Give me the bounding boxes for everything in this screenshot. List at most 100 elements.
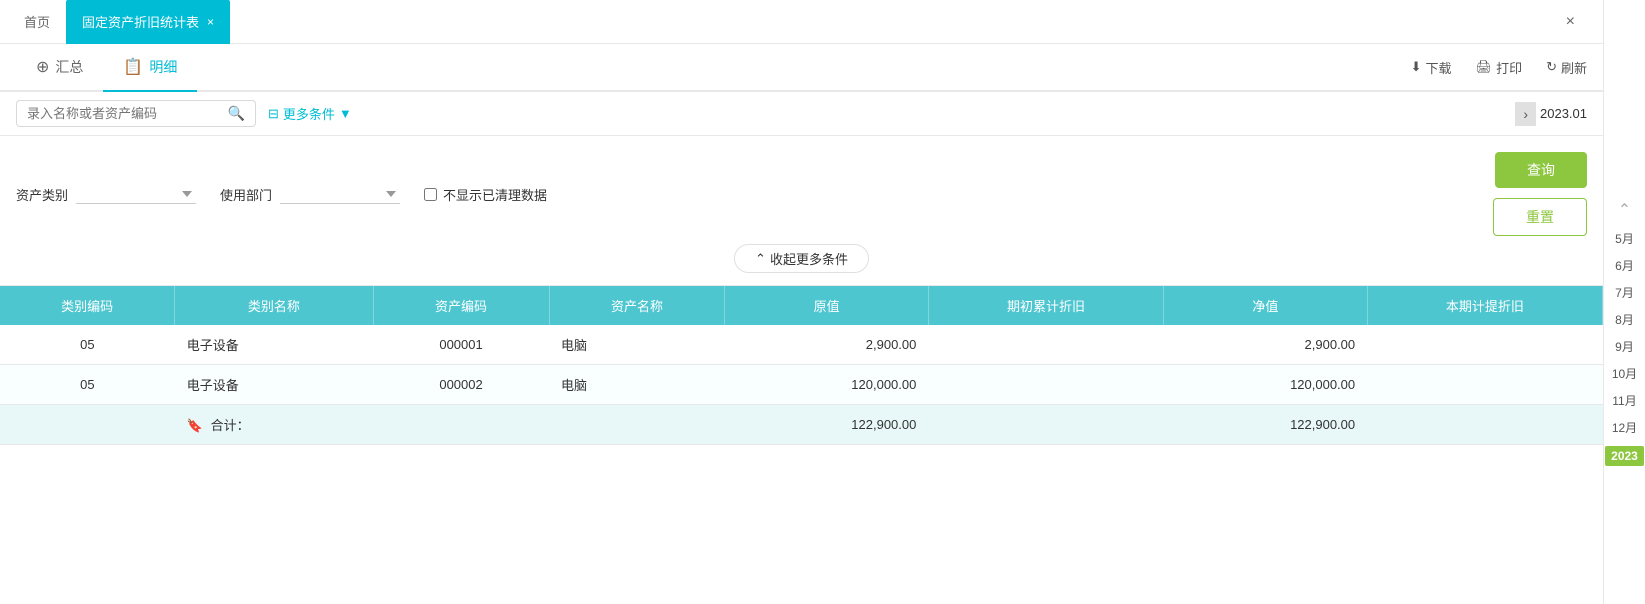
print-icon: 🖨 bbox=[1476, 59, 1493, 75]
sidebar-month-5[interactable]: 5月 bbox=[1607, 226, 1642, 251]
asset-type-label: 资产类别 bbox=[16, 185, 68, 204]
td-accum-dep bbox=[928, 325, 1163, 365]
th-original: 原值 bbox=[725, 286, 928, 325]
tab-detail[interactable]: 📋 明细 bbox=[103, 44, 197, 92]
no-cleared-label: 不显示已清理数据 bbox=[443, 185, 547, 204]
td-asset-name: 电脑 bbox=[549, 325, 725, 365]
top-nav: 首页 固定资产折旧统计表 × × bbox=[0, 0, 1603, 44]
print-button[interactable]: 🖨 打印 bbox=[1476, 58, 1523, 77]
search-input-wrap: 🔍 bbox=[16, 100, 256, 127]
td-cat-code: 05 bbox=[0, 325, 175, 365]
filter-icon: ⊟ bbox=[268, 106, 279, 122]
refresh-button[interactable]: ↻ 刷新 bbox=[1546, 58, 1587, 77]
dept-select[interactable] bbox=[280, 184, 400, 204]
th-asset-code: 资产编码 bbox=[373, 286, 549, 325]
active-tab-label: 固定资产折旧统计表 bbox=[82, 12, 199, 31]
more-filter-label: 更多条件 bbox=[283, 104, 335, 123]
th-cat-code: 类别编码 bbox=[0, 286, 175, 325]
td-total-empty2 bbox=[373, 405, 549, 445]
detail-icon: 📋 bbox=[123, 57, 143, 77]
td-total-original: 122,900.00 bbox=[725, 405, 928, 445]
th-cat-name: 类别名称 bbox=[175, 286, 373, 325]
td-cat-name: 电子设备 bbox=[175, 365, 373, 405]
print-label: 打印 bbox=[1496, 58, 1522, 77]
table-row: 05 电子设备 000002 电脑 120,000.00 120,000.00 bbox=[0, 365, 1603, 405]
td-original: 2,900.00 bbox=[725, 325, 928, 365]
asset-type-select[interactable] bbox=[76, 184, 196, 204]
search-icon[interactable]: 🔍 bbox=[228, 105, 245, 122]
filter-panel: 资产类别 使用部门 不显示已清理数据 查询 重置 ⌃ bbox=[0, 136, 1603, 286]
more-filter-button[interactable]: ⊟ 更多条件 ▼ bbox=[268, 104, 352, 123]
td-total-accum bbox=[928, 405, 1163, 445]
search-bar: 🔍 ⊟ 更多条件 ▼ › 2023.01 bbox=[0, 92, 1603, 136]
sidebar-month-8[interactable]: 8月 bbox=[1607, 307, 1642, 332]
download-label: 下载 bbox=[1426, 58, 1452, 77]
td-net-value: 120,000.00 bbox=[1164, 365, 1367, 405]
td-asset-name: 电脑 bbox=[549, 365, 725, 405]
td-total-period bbox=[1367, 405, 1602, 445]
th-period-dep: 本期计提折旧 bbox=[1367, 286, 1602, 325]
table-row: 05 电子设备 000001 电脑 2,900.00 2,900.00 bbox=[0, 325, 1603, 365]
collapse-row: ⌃ 收起更多条件 bbox=[16, 236, 1587, 273]
asset-type-field: 资产类别 bbox=[16, 184, 196, 204]
td-asset-code: 000001 bbox=[373, 325, 549, 365]
th-asset-name: 资产名称 bbox=[549, 286, 725, 325]
no-cleared-field: 不显示已清理数据 bbox=[424, 185, 547, 204]
collapse-icon: ⌃ bbox=[755, 251, 766, 267]
td-original: 120,000.00 bbox=[725, 365, 928, 405]
date-nav-arrow[interactable]: › bbox=[1515, 102, 1536, 126]
data-table: 类别编码 类别名称 资产编码 资产名称 原值 期初累计折旧 净值 本期计提折旧 … bbox=[0, 286, 1603, 445]
dept-field: 使用部门 bbox=[220, 184, 400, 204]
home-tab[interactable]: 首页 bbox=[12, 12, 62, 31]
td-accum-dep bbox=[928, 365, 1163, 405]
td-period-dep bbox=[1367, 325, 1602, 365]
td-cat-code: 05 bbox=[0, 365, 175, 405]
tab-bar: ⊕ 汇总 📋 明细 ⬇ 下载 🖨 打印 ↻ 刷新 bbox=[0, 44, 1603, 92]
query-button[interactable]: 查询 bbox=[1495, 152, 1587, 188]
tab-summary-label: 汇总 bbox=[55, 57, 83, 77]
td-net-value: 2,900.00 bbox=[1164, 325, 1367, 365]
date-label: 2023.01 bbox=[1540, 106, 1587, 121]
td-total-empty1 bbox=[0, 405, 175, 445]
no-cleared-checkbox[interactable] bbox=[424, 188, 437, 201]
th-net-value: 净值 bbox=[1164, 286, 1367, 325]
sidebar-month-12[interactable]: 12月 bbox=[1604, 415, 1645, 440]
tab-summary[interactable]: ⊕ 汇总 bbox=[16, 44, 103, 92]
collapse-button[interactable]: ⌃ 收起更多条件 bbox=[734, 244, 869, 273]
dept-label: 使用部门 bbox=[220, 185, 272, 204]
more-filter-arrow: ▼ bbox=[339, 106, 352, 121]
tab-actions: ⬇ 下载 🖨 打印 ↻ 刷新 bbox=[1411, 58, 1587, 77]
sidebar-scroll-up[interactable]: ⌃ bbox=[1618, 200, 1631, 220]
sidebar-month-10[interactable]: 10月 bbox=[1604, 361, 1645, 386]
sidebar-month-9[interactable]: 9月 bbox=[1607, 334, 1642, 359]
tab-detail-label: 明细 bbox=[149, 57, 177, 77]
filter-row: 资产类别 使用部门 不显示已清理数据 查询 重置 bbox=[16, 152, 1587, 236]
tab-close-icon[interactable]: × bbox=[207, 15, 214, 29]
sidebar-month-11[interactable]: 11月 bbox=[1604, 388, 1644, 413]
reset-button[interactable]: 重置 bbox=[1493, 198, 1587, 236]
td-period-dep bbox=[1367, 365, 1602, 405]
total-icon: 🔖 bbox=[187, 418, 203, 433]
td-total-net: 122,900.00 bbox=[1164, 405, 1367, 445]
active-tab[interactable]: 固定资产折旧统计表 × bbox=[66, 0, 230, 44]
td-asset-code: 000002 bbox=[373, 365, 549, 405]
table-wrap: 类别编码 类别名称 资产编码 资产名称 原值 期初累计折旧 净值 本期计提折旧 … bbox=[0, 286, 1603, 604]
sidebar-month-6[interactable]: 6月 bbox=[1607, 253, 1642, 278]
sidebar-year-badge[interactable]: 2023 bbox=[1605, 446, 1644, 466]
total-label-text: 合计： bbox=[211, 418, 250, 433]
table-total-row: 🔖 合计： 122,900.00 122,900.00 bbox=[0, 405, 1603, 445]
td-total-label: 🔖 合计： bbox=[175, 405, 373, 445]
search-input[interactable] bbox=[27, 106, 228, 121]
date-nav: › 2023.01 bbox=[1515, 102, 1587, 126]
download-icon: ⬇ bbox=[1411, 59, 1422, 75]
table-header-row: 类别编码 类别名称 资产编码 资产名称 原值 期初累计折旧 净值 本期计提折旧 bbox=[0, 286, 1603, 325]
download-button[interactable]: ⬇ 下载 bbox=[1411, 58, 1452, 77]
refresh-icon: ↻ bbox=[1546, 59, 1557, 75]
sidebar-month-7[interactable]: 7月 bbox=[1607, 280, 1642, 305]
window-close-button[interactable]: × bbox=[1550, 13, 1591, 31]
summary-icon: ⊕ bbox=[36, 57, 49, 77]
th-accum-dep: 期初累计折旧 bbox=[928, 286, 1163, 325]
collapse-label: 收起更多条件 bbox=[770, 249, 848, 268]
td-cat-name: 电子设备 bbox=[175, 325, 373, 365]
filter-btn-row: 查询 重置 bbox=[1493, 152, 1587, 236]
